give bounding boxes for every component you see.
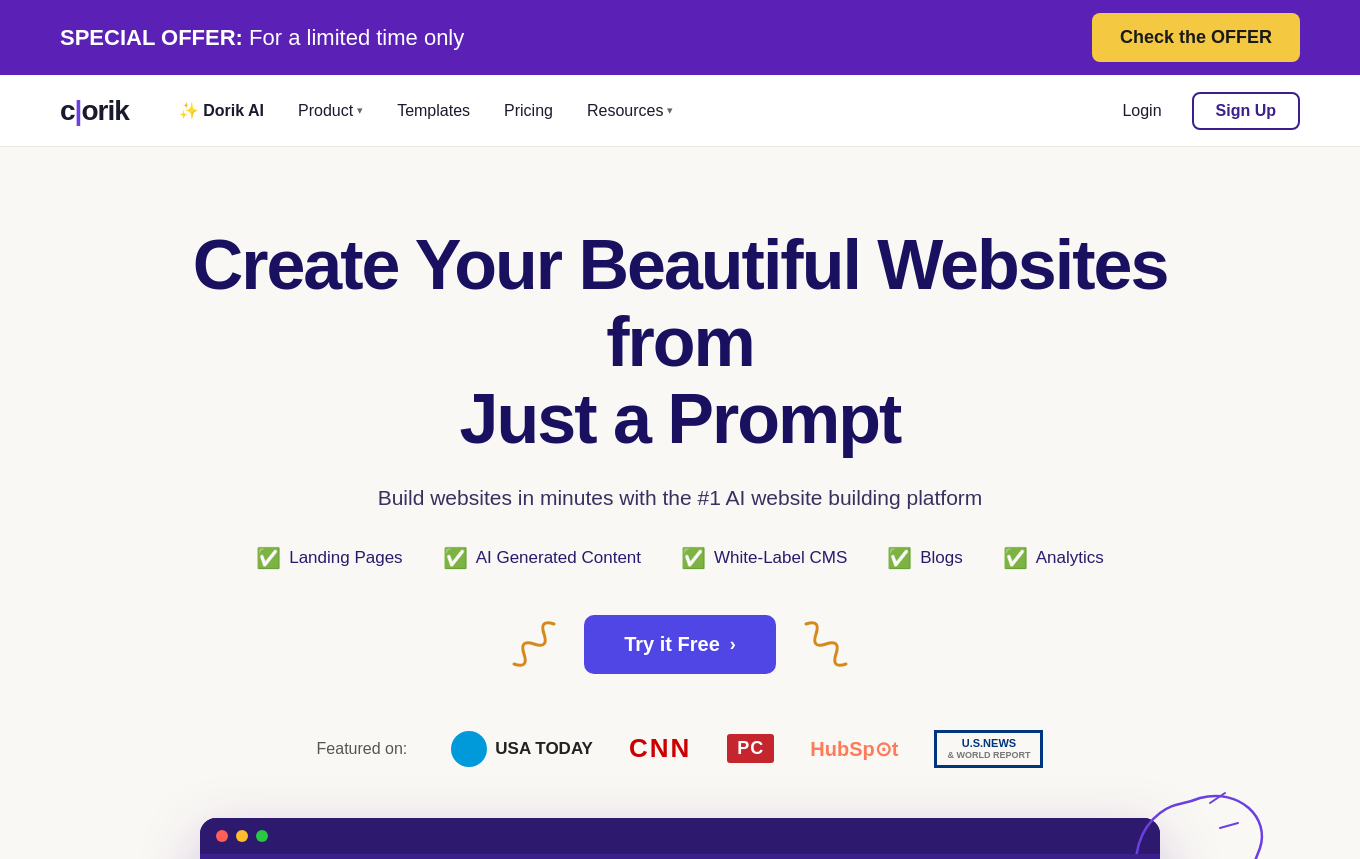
chevron-down-icon-resources: ▾: [667, 104, 673, 117]
navbar: c|orik ✨ Dorik AI Product ▾ Templates Pr…: [0, 75, 1360, 147]
nav-item-product[interactable]: Product ▾: [284, 94, 377, 128]
feature-white-label: ✅ White-Label CMS: [681, 546, 847, 570]
banner-text-regular: For a limited time only: [249, 25, 464, 50]
logo-usa-today: USA TODAY: [451, 731, 593, 767]
try-free-label: Try it Free: [624, 633, 720, 656]
logo-hubspot: HubSp⊙t: [810, 737, 898, 761]
check-icon: ✅: [256, 546, 281, 570]
featured-section: Featured on: USA TODAY CNN PC HubSp⊙t U.…: [40, 730, 1320, 768]
check-icon-blogs: ✅: [887, 546, 912, 570]
nav-resources-label: Resources: [587, 102, 663, 120]
try-free-button[interactable]: Try it Free ›: [584, 615, 776, 674]
hero-title-line2: Just a Prompt: [460, 380, 901, 458]
nav-links: ✨ Dorik AI Product ▾ Templates Pricing R…: [165, 93, 688, 128]
feature-ai-content: ✅ AI Generated Content: [443, 546, 641, 570]
preview-window-titlebar: [200, 818, 1160, 854]
hero-title-line1: Create Your Beautiful Websites from: [193, 226, 1168, 381]
nav-pricing-label: Pricing: [504, 102, 553, 120]
preview-window: [200, 818, 1160, 859]
hubspot-dot-icon: ⊙: [875, 738, 892, 760]
signup-button[interactable]: Sign Up: [1192, 92, 1300, 130]
hero-features: ✅ Landing Pages ✅ AI Generated Content ✅…: [40, 546, 1320, 570]
banner-message: SPECIAL OFFER: For a limited time only: [60, 25, 464, 51]
nav-item-ai[interactable]: ✨ Dorik AI: [165, 93, 278, 128]
preview-body: [200, 854, 1160, 859]
nav-item-pricing[interactable]: Pricing: [490, 94, 567, 128]
top-banner: SPECIAL OFFER: For a limited time only C…: [0, 0, 1360, 75]
logo-cnn: CNN: [629, 733, 691, 764]
banner-text-bold: SPECIAL OFFER:: [60, 25, 243, 50]
feature-analytics: ✅ Analytics: [1003, 546, 1104, 570]
logo-pc-magazine: PC: [727, 734, 774, 763]
feature-blogs: ✅ Blogs: [887, 546, 963, 570]
nav-item-templates[interactable]: Templates: [383, 94, 484, 128]
chevron-down-icon: ▾: [357, 104, 363, 117]
check-icon-ai: ✅: [443, 546, 468, 570]
navbar-right: Login Sign Up: [1108, 92, 1300, 130]
usa-today-circle: [451, 731, 487, 767]
squiggle-left-decoration: [484, 614, 564, 674]
check-icon-analytics: ✅: [1003, 546, 1028, 570]
nav-item-resources[interactable]: Resources ▾: [573, 94, 687, 128]
login-button[interactable]: Login: [1108, 94, 1175, 128]
hero-section: Create Your Beautiful Websites from Just…: [0, 147, 1360, 859]
window-dot-red: [216, 830, 228, 842]
logo[interactable]: c|orik: [60, 95, 129, 127]
nav-product-label: Product: [298, 102, 353, 120]
hero-subtitle: Build websites in minutes with the #1 AI…: [40, 486, 1320, 510]
window-dot-green: [256, 830, 268, 842]
check-icon-cms: ✅: [681, 546, 706, 570]
squiggle-right-decoration: [796, 614, 876, 674]
feature-landing-pages: ✅ Landing Pages: [256, 546, 402, 570]
featured-logos: USA TODAY CNN PC HubSp⊙t U.S.NEWS & WORL…: [451, 730, 1043, 768]
navbar-left: c|orik ✨ Dorik AI Product ▾ Templates Pr…: [60, 93, 687, 128]
cta-area: Try it Free ›: [40, 614, 1320, 674]
logo-usnews: U.S.NEWS & WORLD REPORT: [934, 730, 1043, 768]
preview-wrapper: [40, 818, 1320, 859]
nav-templates-label: Templates: [397, 102, 470, 120]
window-dot-yellow: [236, 830, 248, 842]
banner-cta-button[interactable]: Check the OFFER: [1092, 13, 1300, 62]
arrow-right-icon: ›: [730, 634, 736, 655]
featured-label: Featured on:: [317, 740, 408, 758]
hero-title: Create Your Beautiful Websites from Just…: [180, 227, 1180, 458]
